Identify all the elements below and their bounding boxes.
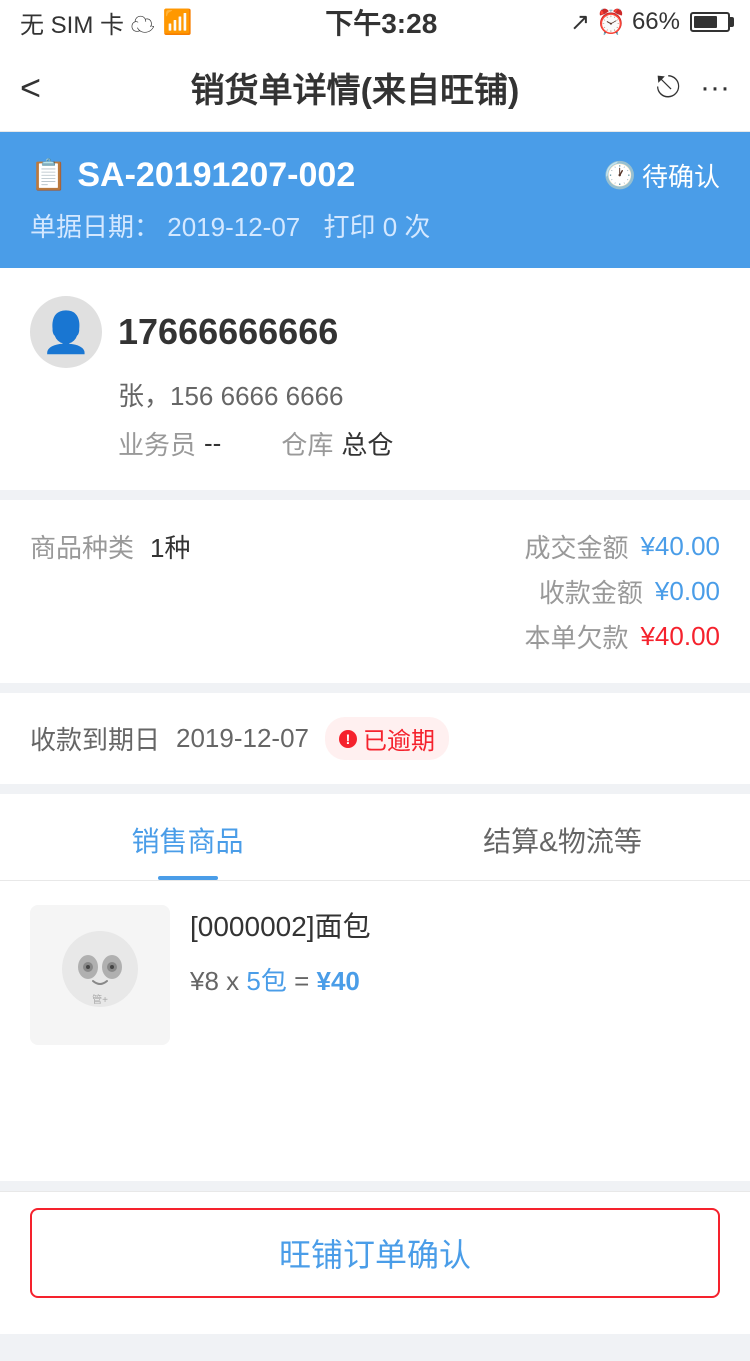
summary-left: 商品种类 1种	[30, 528, 190, 565]
product-info: [0000002]面包 ¥8 x 5包 = ¥40	[190, 905, 720, 998]
owed-value: ¥40.00	[640, 621, 720, 652]
order-date: 单据日期： 2019-12-07 打印 0 次	[30, 207, 720, 244]
received-label: 收款金额	[539, 573, 643, 610]
received-amount-row: 收款金额 ¥0.00	[539, 573, 720, 610]
deal-amount-label: 成交金额	[524, 528, 628, 565]
product-item: 管+ [0000002]面包 ¥8 x 5包 = ¥40	[30, 905, 720, 1045]
sim-label: 无 SIM 卡 ☁	[20, 5, 155, 40]
product-name: [0000002]面包	[190, 905, 720, 945]
salesperson-value: --	[204, 428, 221, 459]
battery-percent: 66%	[632, 8, 680, 36]
clock-icon: 🕐	[604, 160, 636, 191]
product-type-label: 商品种类	[30, 528, 134, 565]
svg-text:管+: 管+	[92, 993, 108, 1006]
nav-bar: < 销货单详情(来自旺铺) ⎋ ···	[0, 44, 750, 132]
back-button[interactable]: <	[20, 67, 80, 109]
user-icon: 👤	[41, 309, 91, 356]
total-price: ¥40	[317, 966, 360, 996]
more-icon[interactable]: ···	[700, 71, 730, 105]
owed-amount-row: 本单欠款 ¥40.00	[524, 618, 720, 655]
location-icon: ↗	[570, 8, 590, 37]
received-value: ¥0.00	[655, 576, 720, 607]
owed-label: 本单欠款	[524, 618, 628, 655]
warehouse-item: 仓库 总仓	[281, 425, 393, 462]
product-thumbnail: 管+	[30, 905, 170, 1045]
overdue-badge: ! 已逾期	[325, 717, 449, 760]
tab-sales-products[interactable]: 销售商品	[0, 794, 375, 880]
customer-section: 👤 17666666666 张，156 6666 6666 业务员 -- 仓库 …	[0, 268, 750, 500]
order-icon: 📋	[30, 158, 67, 193]
order-header: 📋 SA-20191207-002 🕐 待确认 单据日期： 2019-12-07…	[0, 132, 750, 268]
deal-amount-value: ¥40.00	[640, 531, 720, 562]
tab-settlement-logistics[interactable]: 结算&物流等	[375, 794, 750, 880]
wifi-icon: 📶	[163, 8, 193, 37]
quantity: 5包	[246, 966, 286, 996]
status-text: 待确认	[642, 157, 720, 194]
order-id: 📋 SA-20191207-002	[30, 156, 355, 195]
overdue-icon: !	[339, 730, 357, 748]
multiply-sign: x	[226, 966, 239, 996]
deal-amount-row: 成交金额 ¥40.00	[524, 528, 720, 565]
due-label: 收款到期日	[30, 720, 160, 757]
bottom-bar: 旺铺订单确认	[0, 1191, 750, 1334]
product-type-value: 1种	[150, 528, 190, 565]
battery-icon	[690, 12, 730, 32]
warehouse-value: 总仓	[341, 425, 393, 462]
tabs-section: 销售商品 结算&物流等	[0, 794, 750, 881]
share-icon[interactable]: ⎋	[656, 71, 680, 105]
print-count: 打印 0 次	[323, 212, 430, 242]
unit-price: ¥8	[190, 966, 219, 996]
product-section: 管+ [0000002]面包 ¥8 x 5包 = ¥40	[0, 881, 750, 1181]
salesperson-label: 业务员	[118, 425, 196, 462]
product-price: ¥8 x 5包 = ¥40	[190, 961, 720, 998]
overdue-text: 已逾期	[363, 721, 435, 756]
summary-right: 成交金额 ¥40.00 收款金额 ¥0.00 本单欠款 ¥40.00	[524, 528, 720, 655]
alarm-icon: ⏰	[596, 8, 626, 37]
nav-actions: ⎋ ···	[630, 71, 730, 105]
confirm-button[interactable]: 旺铺订单确认	[30, 1208, 720, 1298]
status-time: 下午3:28	[325, 2, 437, 42]
customer-phone: 17666666666	[118, 311, 338, 353]
status-right: ↗ ⏰ 66%	[570, 8, 730, 37]
tabs-row: 销售商品 结算&物流等	[0, 794, 750, 880]
warehouse-label: 仓库	[281, 425, 333, 462]
salesperson-item: 业务员 --	[118, 425, 221, 462]
page-title: 销货单详情(来自旺铺)	[80, 63, 630, 112]
product-logo: 管+	[60, 929, 140, 1021]
status-bar: 无 SIM 卡 ☁ 📶 下午3:28 ↗ ⏰ 66%	[0, 0, 750, 44]
customer-row: 👤 17666666666	[30, 296, 720, 368]
status-left: 无 SIM 卡 ☁ 📶	[20, 5, 193, 40]
due-date-value: 2019-12-07	[176, 723, 309, 754]
avatar: 👤	[30, 296, 102, 368]
order-status: 🕐 待确认	[604, 157, 720, 194]
customer-name: 张，156 6666 6666	[30, 376, 720, 413]
summary-section: 商品种类 1种 成交金额 ¥40.00 收款金额 ¥0.00 本单欠款 ¥40.…	[0, 500, 750, 693]
customer-meta: 业务员 -- 仓库 总仓	[30, 425, 720, 462]
due-section: 收款到期日 2019-12-07 ! 已逾期	[0, 693, 750, 794]
equals-sign: =	[294, 966, 309, 996]
